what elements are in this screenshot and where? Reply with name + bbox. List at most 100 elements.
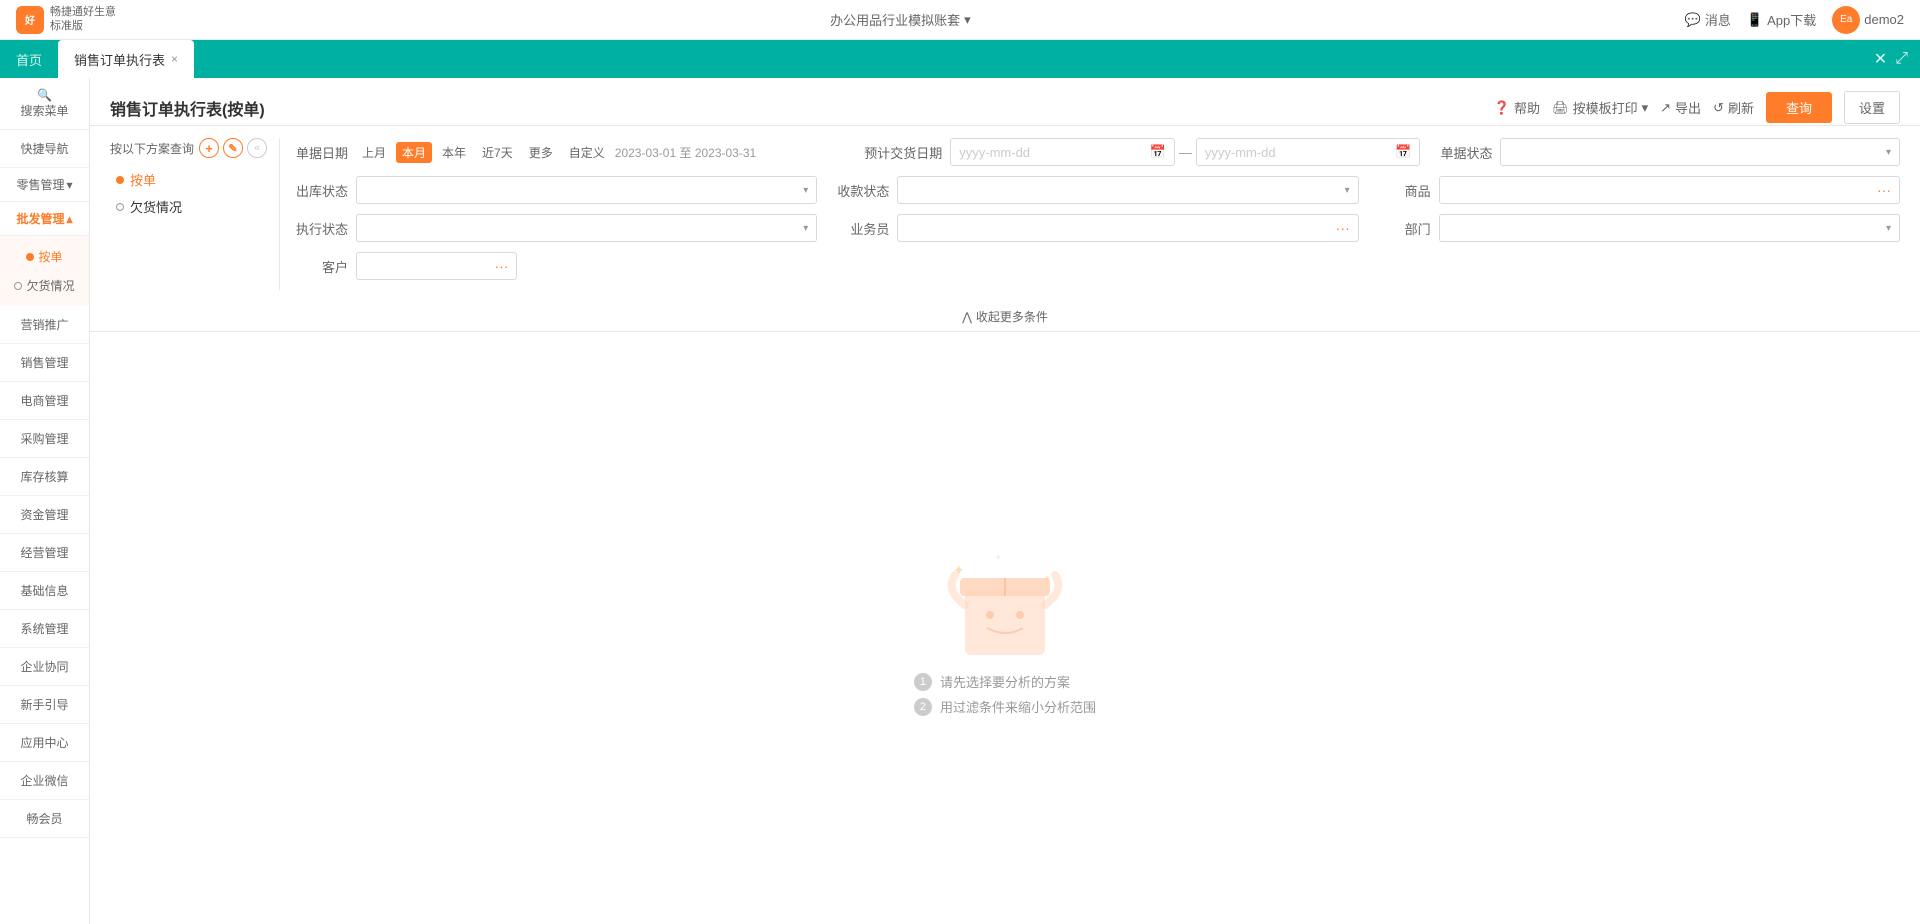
scheme-item-quhuo[interactable]: 欠货情况 [110, 193, 267, 220]
sidebar-item-newbie[interactable]: 新手引导 [0, 686, 89, 724]
empty-step-2: 2 用过滤条件来缩小分析范围 [914, 697, 1096, 716]
top-bar: 好 畅捷通好生意 标准版 办公用品行业模拟账套 ▾ 💬 消息 📱 App下载 E… [0, 0, 1920, 40]
window-close-icon[interactable]: ✕ [1874, 49, 1887, 69]
logo-area: 好 畅捷通好生意 标准版 [16, 6, 116, 34]
tab-bar-actions: ✕ ⤢ [1862, 49, 1920, 69]
exec-status-select[interactable]: ▾ [356, 214, 817, 242]
filter-row-2: 出库状态 ▾ 收款状态 ▾ 商品 [292, 176, 1900, 204]
tab-active[interactable]: 销售订单执行表 × [58, 40, 194, 78]
filter-collection-status: 收款状态 ▾ [833, 176, 1358, 204]
empty-state: ✦ ✦ ✦ 1 请先选择要分析的方案 [914, 540, 1096, 716]
collection-arrow-icon: ▾ [1345, 185, 1350, 196]
date-range-text: 2023-03-01 至 2023-03-31 [615, 144, 756, 161]
expected-delivery-range: yyyy-mm-dd 📅 — yyyy-mm-dd 📅 [950, 138, 1420, 166]
sidebar-sub-item-quhuo[interactable]: 欠货情况 [4, 271, 85, 300]
scheme-item-bydan[interactable]: 按单 [110, 166, 267, 193]
sidebar-item-ecommerce[interactable]: 电商管理 [0, 382, 89, 420]
svg-text:✦: ✦ [1043, 574, 1051, 585]
empty-illustration: ✦ ✦ ✦ [935, 540, 1075, 660]
filter-row-4: 客户 ··· [292, 252, 1900, 280]
date-tab-this-year[interactable]: 本年 [436, 142, 472, 163]
search-icon: 🔍 [37, 88, 52, 102]
sidebar-item-marketing[interactable]: 营销推广 [0, 306, 89, 344]
help-icon: ❓ [1494, 100, 1510, 116]
sidebar-search[interactable]: 🔍 搜索菜单 [0, 78, 89, 130]
customer-select[interactable]: ··· [356, 252, 517, 280]
app-download-button[interactable]: 📱 App下载 [1747, 10, 1816, 29]
sidebar-item-operations[interactable]: 经营管理 [0, 534, 89, 572]
delivery-status-label: 出库状态 [292, 181, 348, 200]
sidebar-item-sales[interactable]: 销售管理 [0, 344, 89, 382]
date-tab-last-month[interactable]: 上月 [356, 142, 392, 163]
window-maximize-icon[interactable]: ⤢ [1895, 50, 1908, 68]
sidebar-item-member[interactable]: 畅会员 [0, 800, 89, 838]
delivery-status-select[interactable]: ▾ [356, 176, 817, 204]
user-profile[interactable]: Ea demo2 [1832, 6, 1904, 34]
step-1-num: 1 [914, 673, 932, 691]
collapse-scheme-button[interactable]: « [247, 138, 267, 158]
sidebar-sub-item-bydan[interactable]: 按单 [4, 242, 85, 271]
export-icon: ↗ [1660, 100, 1671, 116]
active-dot-icon [26, 253, 34, 261]
scheme-panel: 按以下方案查询 + ✎ « 按单 欠货情况 [110, 138, 280, 290]
bill-status-select[interactable]: ▾ [1500, 138, 1900, 166]
sidebar-item-app-center[interactable]: 应用中心 [0, 724, 89, 762]
industry-select[interactable]: 办公用品行业模拟账套 ▾ [830, 10, 971, 29]
expected-end-date[interactable]: yyyy-mm-dd 📅 [1196, 138, 1421, 166]
sidebar-quick-nav[interactable]: 快捷导航 [0, 130, 89, 168]
data-content: ✦ ✦ ✦ 1 请先选择要分析的方案 [90, 332, 1920, 924]
tab-close-icon[interactable]: × [171, 52, 178, 66]
help-button[interactable]: ❓ 帮助 [1494, 98, 1540, 117]
department-arrow-icon: ▾ [1886, 223, 1891, 234]
date-tabs: 上月 本月 本年 近7天 更多 自定义 [356, 142, 611, 163]
date-tab-7days[interactable]: 近7天 [476, 142, 519, 163]
sidebar-item-wholesale[interactable]: 批发管理 ▴ [0, 202, 89, 236]
tab-home[interactable]: 首页 [0, 40, 58, 78]
sidebar-item-finance[interactable]: 资金管理 [0, 496, 89, 534]
date-tab-more[interactable]: 更多 [523, 142, 559, 163]
refresh-button[interactable]: ↺ 刷新 [1713, 98, 1754, 117]
customer-dots-icon[interactable]: ··· [494, 258, 508, 274]
top-bar-right: 💬 消息 📱 App下载 Ea demo2 [1685, 6, 1904, 34]
filter-salesperson: 业务员 ··· [833, 214, 1358, 242]
filter-wrapper: 按以下方案查询 + ✎ « 按单 欠货情况 [90, 126, 1920, 302]
salesperson-dots-icon[interactable]: ··· [1336, 220, 1350, 236]
mobile-icon: 📱 [1747, 12, 1763, 28]
print-button[interactable]: 🖨 按模板打印 ▾ [1552, 98, 1648, 117]
salesperson-select[interactable]: ··· [897, 214, 1358, 242]
product-select[interactable]: ··· [1439, 176, 1900, 204]
sidebar-item-retail[interactable]: 零售管理 ▾ [0, 168, 89, 202]
message-icon: 💬 [1685, 12, 1701, 28]
empty-step-1: 1 请先选择要分析的方案 [914, 672, 1096, 691]
filter-row-1: 单据日期 上月 本月 本年 近7天 更多 自定义 2023-03-01 至 20… [292, 138, 1900, 166]
bill-date-label: 单据日期 [292, 143, 348, 162]
sidebar-item-inventory[interactable]: 库存核算 [0, 458, 89, 496]
query-button[interactable]: 查询 [1766, 92, 1832, 123]
collapse-bar[interactable]: ⋀ 收起更多条件 [90, 302, 1920, 332]
expected-start-date[interactable]: yyyy-mm-dd 📅 [950, 138, 1175, 166]
settings-button[interactable]: 设置 [1844, 91, 1900, 124]
collection-status-select[interactable]: ▾ [897, 176, 1358, 204]
add-scheme-button[interactable]: + [199, 138, 219, 158]
sidebar-item-enterprise[interactable]: 企业协同 [0, 648, 89, 686]
department-select[interactable]: ▾ [1439, 214, 1900, 242]
edit-scheme-button[interactable]: ✎ [223, 138, 243, 158]
page-title: 销售订单执行表(按单) [110, 96, 265, 120]
empty-steps: 1 请先选择要分析的方案 2 用过滤条件来缩小分析范围 [914, 672, 1096, 716]
expected-delivery-label: 预计交货日期 [864, 143, 942, 162]
department-label: 部门 [1375, 219, 1431, 238]
product-dots-icon[interactable]: ··· [1877, 182, 1891, 198]
date-tab-this-month[interactable]: 本月 [396, 142, 432, 163]
tab-bar: 首页 销售订单执行表 × ✕ ⤢ [0, 40, 1920, 78]
calendar-icon: 📅 [1150, 144, 1166, 160]
sidebar-item-wechat[interactable]: 企业微信 [0, 762, 89, 800]
date-tab-custom[interactable]: 自定义 [563, 142, 611, 163]
export-button[interactable]: ↗ 导出 [1660, 98, 1701, 117]
main-layout: 🔍 搜索菜单 快捷导航 零售管理 ▾ 批发管理 ▴ 按单 欠货情况 营销推广 销… [0, 78, 1920, 924]
active-scheme-dot [116, 176, 124, 184]
sidebar-item-purchase[interactable]: 采购管理 [0, 420, 89, 458]
sidebar-item-system[interactable]: 系统管理 [0, 610, 89, 648]
message-button[interactable]: 💬 消息 [1685, 10, 1731, 29]
content-area: 销售订单执行表(按单) ❓ 帮助 🖨 按模板打印 ▾ ↗ 导出 ↺ 刷新 [90, 78, 1920, 924]
sidebar-item-basic-info[interactable]: 基础信息 [0, 572, 89, 610]
